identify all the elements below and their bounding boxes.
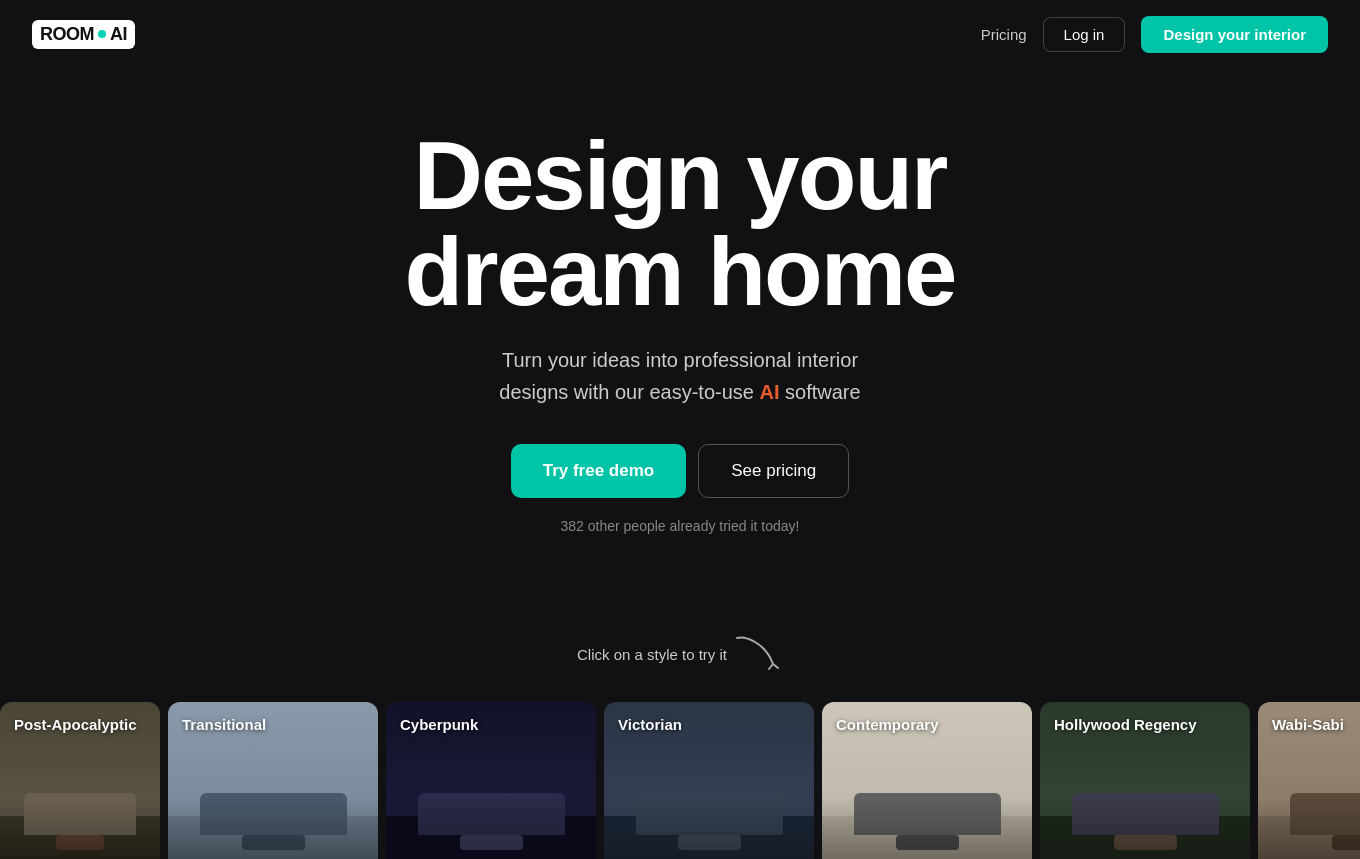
- ai-highlight: AI: [759, 381, 779, 403]
- style-label-contemporary: Contemporary: [836, 716, 939, 733]
- style-card-contemporary[interactable]: Contemporary: [822, 702, 1032, 859]
- style-card-wabi-sabi[interactable]: Wabi-Sabi: [1258, 702, 1360, 859]
- see-pricing-button[interactable]: See pricing: [698, 444, 849, 498]
- design-interior-button[interactable]: Design your interior: [1141, 16, 1328, 53]
- hero-buttons: Try free demo See pricing: [20, 444, 1340, 498]
- style-label-cyberpunk: Cyberpunk: [400, 716, 478, 733]
- style-label-hollywood-regency: Hollywood Regency: [1054, 716, 1197, 733]
- style-card-cyberpunk[interactable]: Cyberpunk: [386, 702, 596, 859]
- social-proof-text: 382 other people already tried it today!: [20, 518, 1340, 534]
- logo[interactable]: ROOM AI: [32, 20, 135, 49]
- hero-section: Design your dream home Turn your ideas i…: [0, 68, 1360, 574]
- navbar: ROOM AI Pricing Log in Design your inter…: [0, 0, 1360, 68]
- style-label-post-apocalyptic: Post-Apocalyptic: [14, 716, 137, 733]
- try-demo-button[interactable]: Try free demo: [511, 444, 687, 498]
- style-label-transitional: Transitional: [182, 716, 266, 733]
- logo-ai-text: AI: [110, 24, 127, 45]
- style-label-victorian: Victorian: [618, 716, 682, 733]
- pricing-link[interactable]: Pricing: [981, 26, 1027, 43]
- style-card-transitional[interactable]: Transitional: [168, 702, 378, 859]
- gallery-section: Click on a style to try it Post-Apocalyp…: [0, 634, 1360, 859]
- hero-subtitle: Turn your ideas into professional interi…: [20, 344, 1340, 408]
- arrow-icon: [735, 634, 783, 674]
- style-gallery: Post-Apocalyptic Transitional Cyberpunk: [0, 702, 1360, 859]
- nav-right: Pricing Log in Design your interior: [981, 16, 1328, 53]
- logo-dot: [98, 30, 106, 38]
- hero-title-line2: dream home: [405, 218, 956, 325]
- hero-title-line1: Design your: [414, 122, 947, 229]
- gallery-hint: Click on a style to try it: [0, 634, 1360, 674]
- style-card-victorian[interactable]: Victorian: [604, 702, 814, 859]
- subtitle-after: software: [785, 381, 861, 403]
- style-card-hollywood-regency[interactable]: Hollywood Regency: [1040, 702, 1250, 859]
- style-card-post-apocalyptic[interactable]: Post-Apocalyptic: [0, 702, 160, 859]
- gallery-hint-text: Click on a style to try it: [577, 646, 727, 663]
- style-label-wabi-sabi: Wabi-Sabi: [1272, 716, 1344, 733]
- logo-text: ROOM: [40, 24, 94, 45]
- subtitle-middle: designs with our easy-to-use: [499, 381, 754, 403]
- login-button[interactable]: Log in: [1043, 17, 1126, 52]
- subtitle-before: Turn your ideas into professional interi…: [502, 349, 858, 371]
- hero-title: Design your dream home: [20, 128, 1340, 320]
